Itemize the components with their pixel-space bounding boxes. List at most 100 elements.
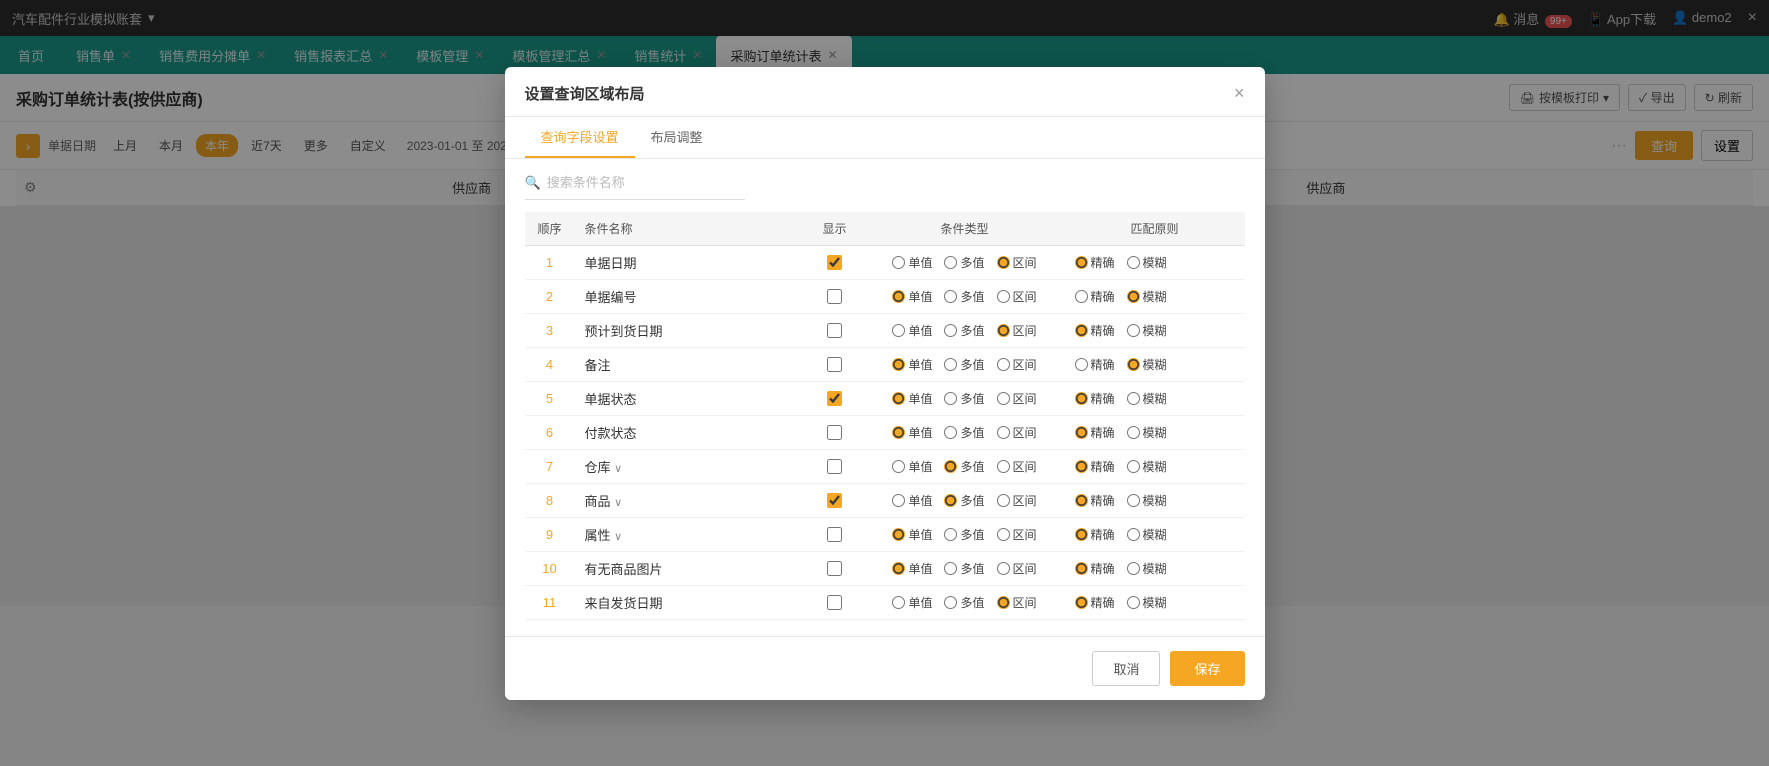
row-type-cell: 单值多值区间 xyxy=(865,483,1065,517)
condition-search-box: 🔍 xyxy=(525,175,745,200)
modal-close-btn[interactable]: × xyxy=(1234,83,1245,104)
row-order: 1 xyxy=(525,245,575,279)
modal-overlay: 设置查询区域布局 × 查询字段设置 布局调整 🔍 顺序 条件名称 显示 xyxy=(0,0,1769,766)
row-type-区间[interactable]: 区间 xyxy=(997,424,1037,441)
row-type-单值[interactable]: 单值 xyxy=(892,254,932,271)
row-match-精确[interactable]: 精确 xyxy=(1075,492,1115,509)
row-type-多值[interactable]: 多值 xyxy=(944,458,984,475)
row-type-单值[interactable]: 单值 xyxy=(892,322,932,339)
row-type-区间[interactable]: 区间 xyxy=(997,288,1037,305)
row-show-checkbox[interactable] xyxy=(827,289,842,304)
row-show-checkbox[interactable] xyxy=(827,595,842,610)
row-match-cell: 精确模糊 xyxy=(1065,381,1245,415)
row-match-模糊[interactable]: 模糊 xyxy=(1127,594,1167,611)
row-match-精确[interactable]: 精确 xyxy=(1075,560,1115,577)
row-match-模糊[interactable]: 模糊 xyxy=(1127,458,1167,475)
row-show-checkbox[interactable] xyxy=(827,255,842,270)
row-type-单值[interactable]: 单值 xyxy=(892,288,932,305)
row-type-单值[interactable]: 单值 xyxy=(892,526,932,543)
row-type-cell: 单值多值区间 xyxy=(865,415,1065,449)
row-match-精确[interactable]: 精确 xyxy=(1075,288,1115,305)
row-type-区间[interactable]: 区间 xyxy=(997,458,1037,475)
table-row: 1单据日期单值多值区间精确模糊 xyxy=(525,245,1245,279)
row-type-多值[interactable]: 多值 xyxy=(944,254,984,271)
table-row: 10有无商品图片单值多值区间精确模糊 xyxy=(525,551,1245,585)
row-match-精确[interactable]: 精确 xyxy=(1075,322,1115,339)
row-match-模糊[interactable]: 模糊 xyxy=(1127,254,1167,271)
row-order: 2 xyxy=(525,279,575,313)
row-type-多值[interactable]: 多值 xyxy=(944,492,984,509)
row-show-checkbox[interactable] xyxy=(827,493,842,508)
row-show-cell xyxy=(805,585,865,619)
row-name: 单据状态 xyxy=(575,381,805,415)
row-type-单值[interactable]: 单值 xyxy=(892,594,932,611)
row-match-模糊[interactable]: 模糊 xyxy=(1127,322,1167,339)
row-type-cell: 单值多值区间 xyxy=(865,245,1065,279)
table-row: 6付款状态单值多值区间精确模糊 xyxy=(525,415,1245,449)
row-match-模糊[interactable]: 模糊 xyxy=(1127,390,1167,407)
row-type-区间[interactable]: 区间 xyxy=(997,594,1037,611)
row-type-区间[interactable]: 区间 xyxy=(997,356,1037,373)
row-match-精确[interactable]: 精确 xyxy=(1075,594,1115,611)
table-row: 8商品 ∨单值多值区间精确模糊 xyxy=(525,483,1245,517)
row-show-checkbox[interactable] xyxy=(827,391,842,406)
row-show-cell xyxy=(805,313,865,347)
condition-search-input[interactable] xyxy=(547,175,745,190)
row-type-单值[interactable]: 单值 xyxy=(892,424,932,441)
row-match-模糊[interactable]: 模糊 xyxy=(1127,288,1167,305)
table-row: 3预计到货日期单值多值区间精确模糊 xyxy=(525,313,1245,347)
row-type-单值[interactable]: 单值 xyxy=(892,492,932,509)
row-type-cell: 单值多值区间 xyxy=(865,381,1065,415)
row-match-模糊[interactable]: 模糊 xyxy=(1127,424,1167,441)
row-type-单值[interactable]: 单值 xyxy=(892,390,932,407)
row-match-模糊[interactable]: 模糊 xyxy=(1127,526,1167,543)
th-match: 匹配原则 xyxy=(1065,212,1245,246)
row-match-模糊[interactable]: 模糊 xyxy=(1127,356,1167,373)
row-type-单值[interactable]: 单值 xyxy=(892,356,932,373)
row-show-checkbox[interactable] xyxy=(827,561,842,576)
row-type-多值[interactable]: 多值 xyxy=(944,356,984,373)
row-type-区间[interactable]: 区间 xyxy=(997,254,1037,271)
save-btn[interactable]: 保存 xyxy=(1170,651,1244,686)
row-match-精确[interactable]: 精确 xyxy=(1075,424,1115,441)
row-type-多值[interactable]: 多值 xyxy=(944,560,984,577)
row-match-模糊[interactable]: 模糊 xyxy=(1127,560,1167,577)
th-order: 顺序 xyxy=(525,212,575,246)
row-show-checkbox[interactable] xyxy=(827,357,842,372)
row-match-精确[interactable]: 精确 xyxy=(1075,390,1115,407)
row-type-区间[interactable]: 区间 xyxy=(997,390,1037,407)
row-type-多值[interactable]: 多值 xyxy=(944,322,984,339)
row-type-单值[interactable]: 单值 xyxy=(892,560,932,577)
row-order: 9 xyxy=(525,517,575,551)
modal-tab-layout[interactable]: 布局调整 xyxy=(635,117,719,158)
row-match-精确[interactable]: 精确 xyxy=(1075,526,1115,543)
th-type: 条件类型 xyxy=(865,212,1065,246)
row-match-精确[interactable]: 精确 xyxy=(1075,356,1115,373)
row-type-区间[interactable]: 区间 xyxy=(997,560,1037,577)
row-show-cell xyxy=(805,381,865,415)
modal-tab-query-fields[interactable]: 查询字段设置 xyxy=(525,117,635,158)
row-match-精确[interactable]: 精确 xyxy=(1075,458,1115,475)
row-match-cell: 精确模糊 xyxy=(1065,585,1245,619)
row-name: 付款状态 xyxy=(575,415,805,449)
th-name: 条件名称 xyxy=(575,212,805,246)
row-match-精确[interactable]: 精确 xyxy=(1075,254,1115,271)
row-name: 单据编号 xyxy=(575,279,805,313)
modal-tabs: 查询字段设置 布局调整 xyxy=(505,117,1265,159)
row-type-区间[interactable]: 区间 xyxy=(997,526,1037,543)
row-type-区间[interactable]: 区间 xyxy=(997,492,1037,509)
row-show-checkbox[interactable] xyxy=(827,459,842,474)
row-type-cell: 单值多值区间 xyxy=(865,347,1065,381)
row-type-多值[interactable]: 多值 xyxy=(944,526,984,543)
row-type-多值[interactable]: 多值 xyxy=(944,424,984,441)
row-match-模糊[interactable]: 模糊 xyxy=(1127,492,1167,509)
row-show-checkbox[interactable] xyxy=(827,323,842,338)
cancel-btn[interactable]: 取消 xyxy=(1092,651,1160,686)
row-type-多值[interactable]: 多值 xyxy=(944,288,984,305)
row-type-区间[interactable]: 区间 xyxy=(997,322,1037,339)
row-show-checkbox[interactable] xyxy=(827,425,842,440)
row-type-多值[interactable]: 多值 xyxy=(944,594,984,611)
row-type-单值[interactable]: 单值 xyxy=(892,458,932,475)
row-type-多值[interactable]: 多值 xyxy=(944,390,984,407)
row-show-checkbox[interactable] xyxy=(827,527,842,542)
